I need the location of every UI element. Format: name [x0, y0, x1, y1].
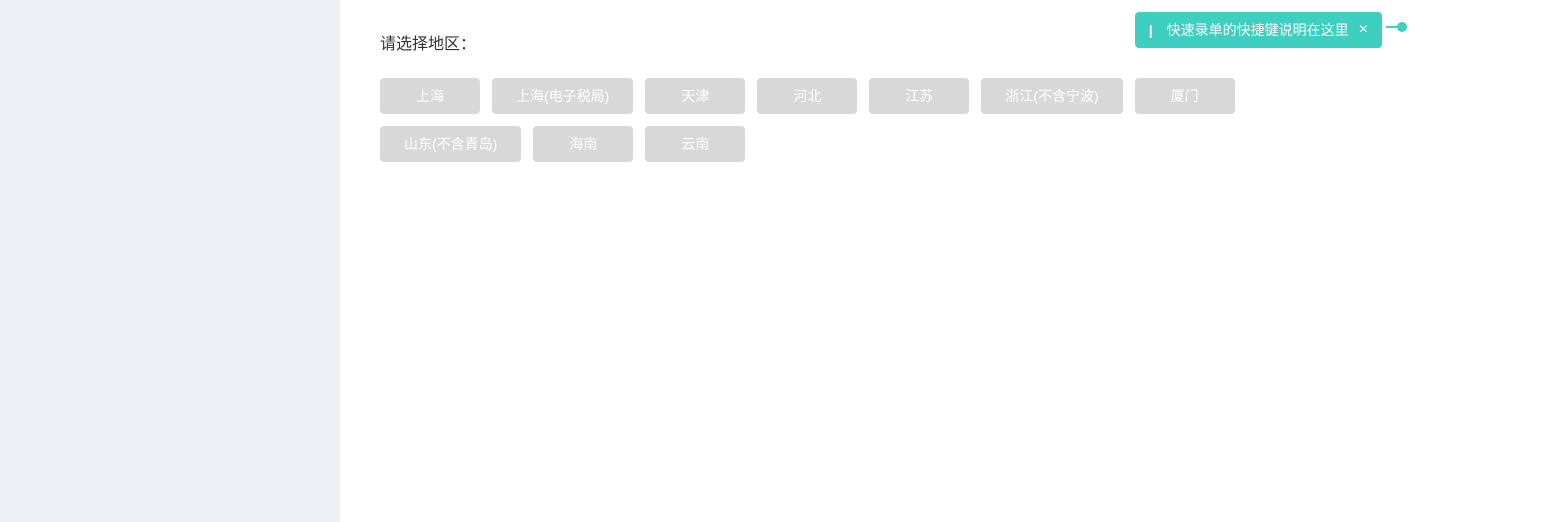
main-content: 请选择地区： 上海 上海(电子税局) 天津 河北 江苏 浙江(不含宁波) 厦门 …	[340, 0, 1562, 522]
region-btn-jiangsu[interactable]: 江苏	[869, 78, 969, 114]
region-btn-tianjin[interactable]: 天津	[645, 78, 745, 114]
region-btn-yunnan[interactable]: 云南	[645, 126, 745, 162]
tooltip-text: 快速录单的快捷键说明在这里	[1167, 20, 1349, 40]
region-btn-shanghai-etax[interactable]: 上海(电子税局)	[492, 78, 633, 114]
tooltip-connector-dot	[1397, 22, 1407, 32]
tooltip-close-button[interactable]: ×	[1359, 22, 1368, 38]
region-btn-zhejiang[interactable]: 浙江(不含宁波)	[981, 78, 1122, 114]
region-btn-hainan[interactable]: 海南	[533, 126, 633, 162]
region-btn-shandong[interactable]: 山东(不含青岛)	[380, 126, 521, 162]
region-btn-shanghai[interactable]: 上海	[380, 78, 480, 114]
region-buttons-row-1: 上海 上海(电子税局) 天津 河北 江苏 浙江(不含宁波) 厦门	[380, 78, 1522, 114]
region-btn-xiamen[interactable]: 厦门	[1135, 78, 1235, 114]
left-sidebar	[0, 0, 340, 522]
region-btn-hebei[interactable]: 河北	[757, 78, 857, 114]
region-buttons-row-2: 山东(不含青岛) 海南 云南	[380, 126, 1522, 162]
tooltip-banner: 快速录单的快捷键说明在这里 ×	[1135, 12, 1382, 48]
